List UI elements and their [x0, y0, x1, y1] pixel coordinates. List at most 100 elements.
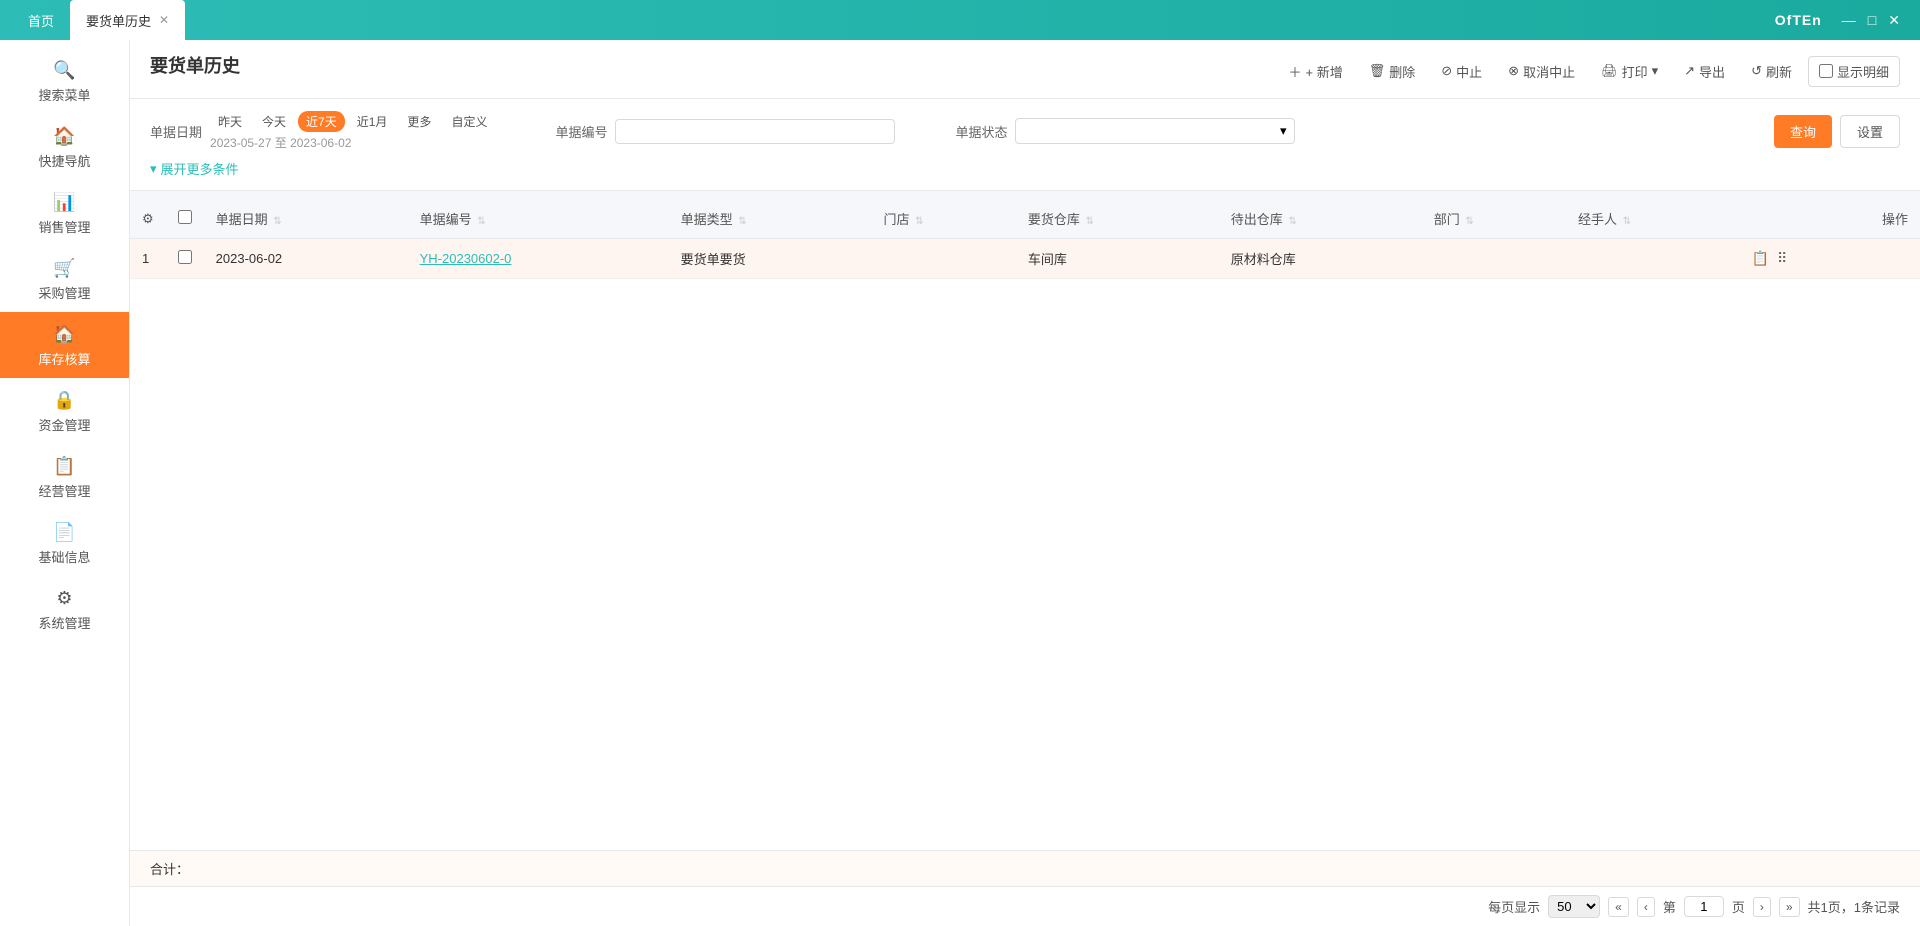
view-action-button[interactable]: 📋	[1752, 250, 1769, 267]
status-filter: 单据状态 ▾	[955, 118, 1295, 144]
suspend-label: 中止	[1456, 62, 1482, 81]
sidebar-item-quick-nav-label: 快捷导航	[38, 151, 90, 170]
next-page-button[interactable]: ›	[1753, 897, 1771, 917]
sort-store-icon: ⇅	[915, 216, 923, 227]
first-page-button[interactable]: «	[1608, 897, 1629, 917]
display-detail-button[interactable]: 显示明细	[1808, 56, 1900, 87]
cell-actions: 📋 ⠿	[1740, 239, 1920, 279]
basic-info-icon: 📄	[53, 522, 75, 543]
refresh-icon: ↺	[1751, 63, 1762, 79]
per-page-select[interactable]: 20 50 100 200	[1548, 895, 1600, 918]
date-btn-more[interactable]: 更多	[399, 111, 439, 132]
sidebar-item-sys-mgmt[interactable]: ⚙ 系统管理	[0, 576, 129, 642]
sort-bill-no-icon: ⇅	[477, 216, 485, 227]
bill-no-label: 单据编号	[555, 122, 607, 141]
query-button[interactable]: 查询	[1774, 115, 1832, 148]
sidebar-item-search-menu[interactable]: 🔍 搜索菜单	[0, 48, 129, 114]
table-area: ⚙ 单据日期 ⇅ 单据编号 ⇅	[130, 199, 1920, 850]
action-buttons: 📋 ⠿	[1752, 250, 1908, 267]
print-button[interactable]: 🖨 打印 ▾	[1591, 57, 1668, 86]
total-info: 共1页，1条记录	[1808, 897, 1900, 916]
date-btn-7days[interactable]: 近7天	[298, 111, 345, 132]
bill-no-input[interactable]	[615, 119, 895, 144]
sidebar-item-basic-info[interactable]: 📄 基础信息	[0, 510, 129, 576]
refresh-button[interactable]: ↺ 刷新	[1741, 57, 1802, 86]
date-range: 2023-05-27 至 2023-06-02	[210, 134, 495, 151]
expand-more[interactable]: ▾ 展开更多条件	[150, 159, 1900, 178]
export-icon: ↗	[1684, 63, 1695, 79]
th-checkbox	[166, 199, 204, 239]
sidebar-item-sales-mgmt[interactable]: 📊 销售管理	[0, 180, 129, 246]
th-action: 操作	[1740, 199, 1920, 239]
page-input[interactable]	[1684, 896, 1724, 917]
th-bill-type[interactable]: 单据类型 ⇅	[669, 199, 872, 239]
tab-home-label: 首页	[28, 11, 54, 30]
expand-icon: ▾	[150, 161, 157, 177]
th-settings[interactable]: ⚙	[130, 199, 166, 239]
ops-mgmt-icon: 📋	[53, 456, 75, 477]
th-bill-date[interactable]: 单据日期 ⇅	[204, 199, 408, 239]
new-button[interactable]: ＋ + 新增	[1278, 57, 1352, 86]
date-btn-today[interactable]: 今天	[254, 111, 294, 132]
delete-button[interactable]: 🗑 删除	[1359, 57, 1426, 86]
display-detail-label: 显示明细	[1837, 62, 1889, 81]
print-label: 打印	[1622, 62, 1648, 81]
close-icon[interactable]: ✕	[159, 13, 169, 27]
per-page-label: 每页显示	[1488, 897, 1540, 916]
cell-bill-date: 2023-06-02	[204, 239, 408, 279]
sidebar-item-ops-mgmt-label: 经营管理	[38, 481, 90, 500]
cell-pending-warehouse: 原材料仓库	[1219, 239, 1422, 279]
sidebar-item-inventory[interactable]: 🏠 库存核算	[0, 312, 129, 378]
display-detail-checkbox[interactable]	[1819, 64, 1833, 78]
sort-department-icon: ⇅	[1465, 216, 1473, 227]
th-bill-no[interactable]: 单据编号 ⇅	[408, 199, 669, 239]
suspend-icon: ⊘	[1441, 63, 1452, 79]
th-req-warehouse[interactable]: 要货仓库 ⇅	[1016, 199, 1219, 239]
sidebar-item-ops-mgmt[interactable]: 📋 经营管理	[0, 444, 129, 510]
bill-no-link[interactable]: YH-20230602-0	[420, 251, 512, 266]
window-close-icon[interactable]: ✕	[1888, 12, 1900, 29]
cell-bill-type: 要货单要货	[669, 239, 872, 279]
sidebar-item-purchase-mgmt-label: 采购管理	[38, 283, 90, 302]
sidebar-item-inventory-label: 库存核算	[38, 349, 90, 368]
date-buttons: 昨天 今天 近7天 近1月 更多 自定义	[210, 111, 495, 132]
minimize-icon[interactable]: —	[1842, 12, 1856, 28]
th-store[interactable]: 门店 ⇅	[872, 199, 1016, 239]
more-action-button[interactable]: ⠿	[1777, 250, 1787, 267]
row-checkbox[interactable]	[178, 250, 192, 264]
cell-bill-no[interactable]: YH-20230602-0	[408, 239, 669, 279]
topbar: 首页 要货单历史 ✕ OfTEn — □ ✕	[0, 0, 1920, 40]
tab-purchase-history-label: 要货单历史	[86, 11, 151, 30]
date-btn-1month[interactable]: 近1月	[349, 111, 396, 132]
select-all-checkbox[interactable]	[178, 210, 192, 224]
sidebar-item-quick-nav[interactable]: 🏠 快捷导航	[0, 114, 129, 180]
table-header: ⚙ 单据日期 ⇅ 单据编号 ⇅	[130, 199, 1920, 239]
page-suffix: 页	[1732, 897, 1745, 916]
tab-purchase-history[interactable]: 要货单历史 ✕	[70, 0, 185, 40]
th-handler[interactable]: 经手人 ⇅	[1566, 199, 1740, 239]
cancel-suspend-icon: ⊗	[1508, 63, 1519, 79]
sort-pending-warehouse-icon: ⇅	[1288, 216, 1296, 227]
date-btn-yesterday[interactable]: 昨天	[210, 111, 250, 132]
summary-bar: 合计：	[130, 850, 1920, 886]
search-menu-icon: 🔍	[53, 60, 75, 81]
last-page-button[interactable]: »	[1779, 897, 1800, 917]
cancel-suspend-button[interactable]: ⊗ 取消中止	[1498, 57, 1585, 86]
cell-req-warehouse: 车间库	[1016, 239, 1219, 279]
th-department[interactable]: 部门 ⇅	[1422, 199, 1566, 239]
new-icon: ＋	[1288, 62, 1301, 81]
sidebar-item-purchase-mgmt[interactable]: 🛒 采购管理	[0, 246, 129, 312]
sidebar-item-finance-mgmt[interactable]: 🔒 资金管理	[0, 378, 129, 444]
maximize-icon[interactable]: □	[1868, 12, 1876, 28]
th-pending-warehouse[interactable]: 待出仓库 ⇅	[1219, 199, 1422, 239]
export-button[interactable]: ↗ 导出	[1674, 57, 1735, 86]
suspend-button[interactable]: ⊘ 中止	[1431, 57, 1492, 86]
status-select[interactable]: ▾	[1015, 118, 1295, 144]
prev-page-button[interactable]: ‹	[1637, 897, 1655, 917]
page-label: 第	[1663, 897, 1676, 916]
settings-button[interactable]: 设置	[1840, 115, 1900, 148]
status-dropdown-icon: ▾	[1280, 123, 1287, 139]
print-dropdown-icon: ▾	[1652, 63, 1659, 79]
date-btn-custom[interactable]: 自定义	[443, 111, 495, 132]
tab-home[interactable]: 首页	[12, 0, 70, 40]
